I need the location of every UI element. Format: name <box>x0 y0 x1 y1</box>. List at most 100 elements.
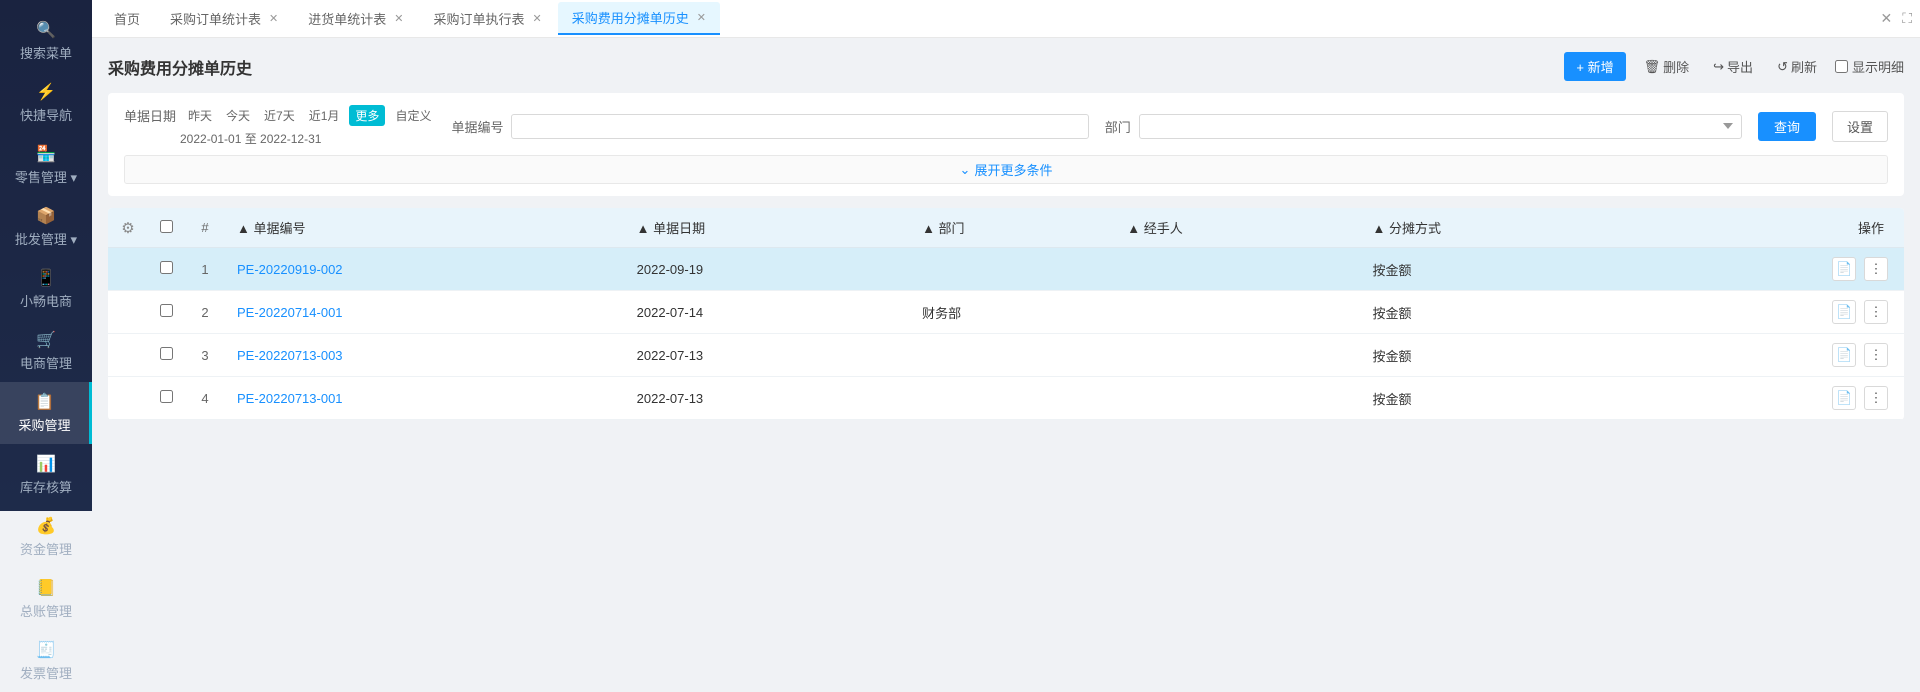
row-docno-link-1[interactable]: PE-20220714-001 <box>237 305 343 320</box>
sidebar-item-retail[interactable]: 🏪 零售管理 ▾ <box>0 134 92 196</box>
dept-label: 部门 <box>1105 117 1131 136</box>
sidebar-icon-inventory: 📊 <box>36 454 56 474</box>
row-more-btn-0[interactable]: ⋮ <box>1864 257 1888 281</box>
dept-col-header: ▲ 部门 <box>910 208 1115 248</box>
row-checkbox-3[interactable] <box>160 390 173 403</box>
row-settings-3 <box>108 377 148 420</box>
sidebar-item-quicknav[interactable]: ⚡ 快捷导航 <box>0 72 92 134</box>
row-settings-0 <box>108 248 148 291</box>
doc-number-input[interactable] <box>511 114 1088 139</box>
export-button[interactable]: ↪ 导出 <box>1707 53 1759 80</box>
row-num-1: 2 <box>185 291 225 334</box>
sidebar-item-finance[interactable]: 💰 资金管理 <box>0 506 92 568</box>
header-actions: + 新增 🗑 删除 ↪ 导出 ↺ 刷新 显示明细 <box>1564 52 1904 81</box>
row-actions-3: 📄 ⋮ <box>1646 377 1904 420</box>
select-all-checkbox[interactable] <box>160 220 173 233</box>
sidebar-item-inventory[interactable]: 📊 库存核算 <box>0 444 92 506</box>
checkbox-col-header <box>148 208 185 248</box>
date-shortcut-4[interactable]: 更多 <box>349 105 385 126</box>
row-view-btn-3[interactable]: 📄 <box>1832 386 1856 410</box>
sidebar-item-ledger[interactable]: 📒 总账管理 <box>0 568 92 630</box>
maximize-icon[interactable]: ⛶ <box>1902 10 1912 27</box>
add-button[interactable]: + 新增 <box>1564 52 1625 81</box>
row-checkbox-0[interactable] <box>160 261 173 274</box>
sidebar-icon-invoice: 🧾 <box>36 640 56 660</box>
filter-row: 单据日期 昨天今天近7天近1月更多自定义 2022-01-01 至 2022-1… <box>124 105 1888 147</box>
row-checkbox-2[interactable] <box>160 347 173 360</box>
actions-col-header: 操作 <box>1646 208 1904 248</box>
tab-bar: 首页采购订单统计表✕进货单统计表✕采购订单执行表✕ 采购费用分摊单历史 ✕ ✕ ⛶ <box>92 0 1920 38</box>
row-docno-link-0[interactable]: PE-20220919-002 <box>237 262 343 277</box>
row-view-btn-0[interactable]: 📄 <box>1832 257 1856 281</box>
sidebar-item-search[interactable]: 🔍 搜索菜单 <box>0 10 92 72</box>
close-tab-purchase-order-stats[interactable]: ✕ <box>269 12 278 25</box>
table-row: 1 PE-20220919-002 2022-09-19 按金额 📄 ⋮ <box>108 248 1904 291</box>
row-checkbox-cell-1 <box>148 291 185 334</box>
row-handler-1 <box>1115 291 1360 334</box>
filter-area: 单据日期 昨天今天近7天近1月更多自定义 2022-01-01 至 2022-1… <box>108 93 1904 196</box>
row-handler-3 <box>1115 377 1360 420</box>
date-shortcut-3[interactable]: 近1月 <box>305 105 344 126</box>
row-date-3: 2022-07-13 <box>625 377 910 420</box>
setting-button[interactable]: 设置 <box>1832 111 1888 142</box>
search-button[interactable]: 查询 <box>1758 112 1816 141</box>
row-docno-1: PE-20220714-001 <box>225 291 625 334</box>
tab-label-purchase-cost-history: 采购费用分摊单历史 <box>572 8 689 27</box>
show-cols-toggle[interactable]: 显示明细 <box>1835 57 1904 76</box>
date-shortcuts: 昨天今天近7天近1月更多自定义 <box>184 105 435 126</box>
row-dept-0 <box>910 248 1115 291</box>
dept-select[interactable] <box>1139 114 1742 139</box>
refresh-button[interactable]: ↺ 刷新 <box>1771 53 1823 80</box>
row-more-btn-1[interactable]: ⋮ <box>1864 300 1888 324</box>
sidebar-item-invoice[interactable]: 🧾 发票管理 <box>0 630 92 692</box>
sidebar-label-ledger: 总账管理 <box>20 601 72 620</box>
tab-bar-actions: ✕ ⛶ <box>1880 10 1912 27</box>
date-shortcut-5[interactable]: 自定义 <box>391 105 435 126</box>
row-docno-link-3[interactable]: PE-20220713-001 <box>237 391 343 406</box>
row-view-btn-1[interactable]: 📄 <box>1832 300 1856 324</box>
table-row: 2 PE-20220714-001 2022-07-14 财务部 按金额 📄 ⋮ <box>108 291 1904 334</box>
expand-icon: ⌄ <box>960 162 971 178</box>
row-actions-2: 📄 ⋮ <box>1646 334 1904 377</box>
date-shortcut-2[interactable]: 近7天 <box>260 105 299 126</box>
expand-more-btn[interactable]: ⌄ 展开更多条件 <box>124 155 1888 184</box>
sidebar-item-wholesale[interactable]: 📦 批发管理 ▾ <box>0 196 92 258</box>
show-cols-checkbox[interactable] <box>1835 60 1848 73</box>
close-tab-purchase-cost-history[interactable]: ✕ <box>697 11 706 24</box>
sidebar-item-mini[interactable]: 📱 小畅电商 <box>0 258 92 320</box>
sidebar-icon-wholesale: 📦 <box>36 206 56 226</box>
sidebar-item-purchase[interactable]: 📋 采购管理 <box>0 382 92 444</box>
row-view-btn-2[interactable]: 📄 <box>1832 343 1856 367</box>
page-title: 采购费用分摊单历史 <box>108 55 252 79</box>
date-label: 单据日期 <box>124 106 176 125</box>
tab-home[interactable]: 首页 <box>100 3 154 34</box>
main-area: 首页采购订单统计表✕进货单统计表✕采购订单执行表✕采购费用分摊单历史✕ ✕ ⛶ … <box>92 0 1920 511</box>
delete-button[interactable]: 🗑 删除 <box>1638 53 1696 80</box>
close-tab-purchase-order-exec[interactable]: ✕ <box>533 12 542 25</box>
tab-purchase-order-exec[interactable]: 采购订单执行表✕ <box>419 3 555 34</box>
tab-incoming-stats[interactable]: 进货单统计表✕ <box>294 3 417 34</box>
row-date-1: 2022-07-14 <box>625 291 910 334</box>
tab-purchase-cost-history[interactable]: 采购费用分摊单历史 ✕ <box>558 2 720 35</box>
row-docno-0: PE-20220919-002 <box>225 248 625 291</box>
close-tab-incoming-stats[interactable]: ✕ <box>394 12 403 25</box>
close-window-icon[interactable]: ✕ <box>1880 10 1892 27</box>
row-split-method-1: 按金额 <box>1361 291 1646 334</box>
tab-purchase-order-stats[interactable]: 采购订单统计表✕ <box>156 3 292 34</box>
row-settings-2 <box>108 334 148 377</box>
page-header: 采购费用分摊单历史 + 新增 🗑 删除 ↪ 导出 ↺ 刷新 显示明细 <box>108 52 1904 81</box>
delete-icon: 🗑 <box>1644 59 1661 75</box>
date-shortcut-1[interactable]: 今天 <box>222 105 254 126</box>
row-more-btn-2[interactable]: ⋮ <box>1864 343 1888 367</box>
row-more-btn-3[interactable]: ⋮ <box>1864 386 1888 410</box>
table-settings-icon[interactable]: ⚙ <box>121 220 134 237</box>
date-shortcut-0[interactable]: 昨天 <box>184 105 216 126</box>
data-table: ⚙ # ▲ 单据编号 ▲ 单据日期 ▲ 部门 ▲ 经手人 <box>108 208 1904 420</box>
row-docno-link-2[interactable]: PE-20220713-003 <box>237 348 343 363</box>
date-range-text: 2022-01-01 至 2022-12-31 <box>180 130 321 147</box>
row-checkbox-cell-3 <box>148 377 185 420</box>
sidebar-item-ecom[interactable]: 🛒 电商管理 <box>0 320 92 382</box>
row-checkbox-cell-0 <box>148 248 185 291</box>
row-checkbox-1[interactable] <box>160 304 173 317</box>
sidebar-icon-ledger: 📒 <box>36 578 56 598</box>
